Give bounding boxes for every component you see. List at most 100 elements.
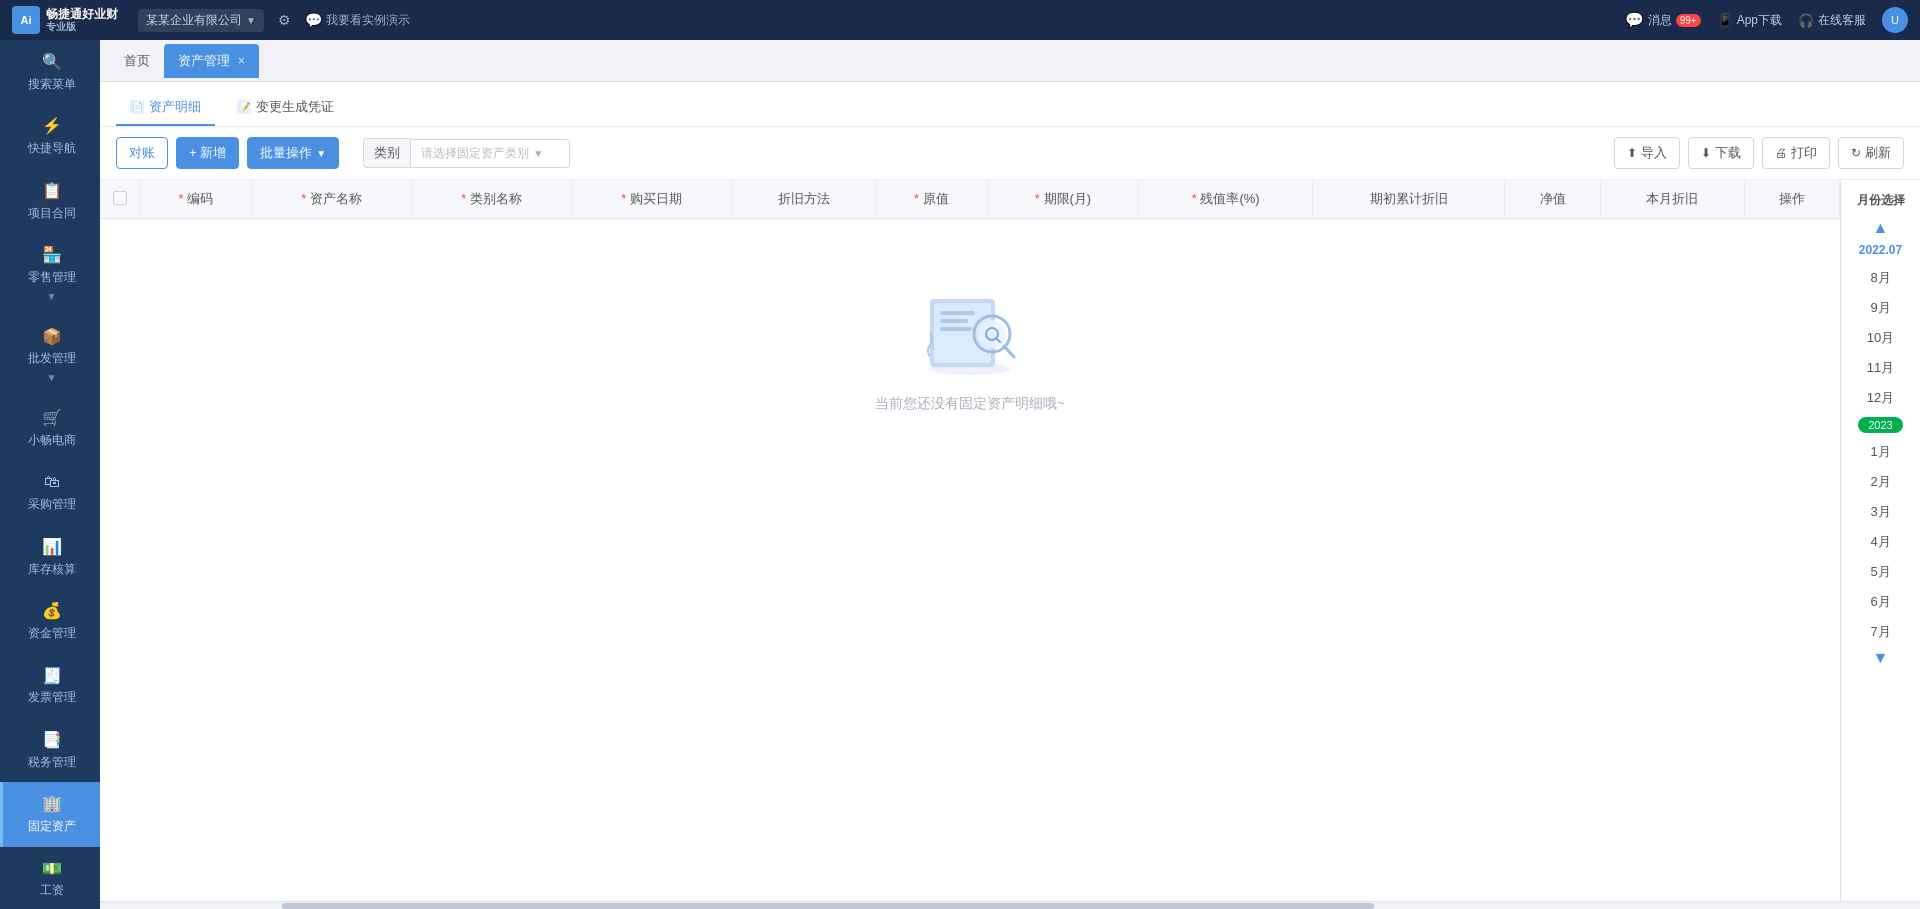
month-panel-title: 月份选择 — [1851, 188, 1911, 213]
tax-icon: 📑 — [42, 730, 62, 751]
batch-button[interactable]: 批量操作 ▼ — [247, 137, 339, 169]
toolbar: 对账 + 新增 批量操作 ▼ 类别 请选择固定资产类别 ▼ — [100, 127, 1920, 180]
month-item-jul[interactable]: 7月 — [1841, 617, 1920, 647]
sidebar-item-purchase-mgmt[interactable]: 🛍 采购管理 — [0, 460, 100, 524]
company-name: 某某企业有限公司 — [146, 12, 242, 29]
month-item-nov[interactable]: 11月 — [1841, 353, 1920, 383]
search-menu-icon: 🔍 — [42, 52, 62, 73]
sub-tab-change-voucher[interactable]: 📝 变更生成凭证 — [223, 92, 348, 126]
month-item-dec[interactable]: 12月 — [1841, 383, 1920, 413]
sidebar-item-batch-mgmt[interactable]: 📦 批发管理 ▼ — [0, 315, 100, 396]
col-depreciation-method: 折旧方法 — [732, 180, 876, 219]
print-button[interactable]: 🖨 打印 — [1762, 137, 1830, 169]
sidebar-item-ecommerce[interactable]: 🛒 小畅电商 — [0, 396, 100, 460]
svg-point-7 — [978, 320, 1006, 348]
month-item-jan[interactable]: 1月 — [1841, 437, 1920, 467]
category-filter[interactable]: 请选择固定资产类别 ▼ — [410, 139, 570, 168]
headset-icon: 🎧 — [1798, 13, 1814, 28]
match-button[interactable]: 对账 — [116, 137, 168, 169]
retail-icon: 🏪 — [42, 245, 62, 266]
month-item-mar[interactable]: 3月 — [1841, 497, 1920, 527]
month-item-oct[interactable]: 10月 — [1841, 323, 1920, 353]
horizontal-scrollbar[interactable] — [100, 901, 1920, 909]
month-item-feb[interactable]: 2月 — [1841, 467, 1920, 497]
settings-button[interactable]: ⚙ — [274, 8, 295, 32]
invoice-icon: 🧾 — [42, 666, 62, 687]
import-button[interactable]: ⬆ 导入 — [1614, 137, 1680, 169]
download-icon: ⬇ — [1701, 146, 1711, 160]
inventory-icon: 📊 — [42, 537, 62, 558]
sidebar-item-invoice-mgmt[interactable]: 🧾 发票管理 — [0, 654, 100, 718]
svg-line-8 — [1004, 346, 1014, 357]
col-operation: 操作 — [1744, 180, 1839, 219]
sidebar-item-search-menu[interactable]: 🔍 搜索菜单 — [0, 40, 100, 104]
svg-rect-3 — [940, 311, 975, 315]
month-item-jun[interactable]: 6月 — [1841, 587, 1920, 617]
download-button[interactable]: ⬇ 下载 — [1688, 137, 1754, 169]
sidebar-item-salary[interactable]: 💵 工资 — [0, 847, 100, 909]
svg-rect-4 — [940, 319, 968, 323]
scrollbar-thumb[interactable] — [282, 903, 1374, 909]
col-purchase-date: * 购买日期 — [572, 180, 732, 219]
col-original-value: * 原值 — [876, 180, 987, 219]
sidebar-item-retail-mgmt[interactable]: 🏪 零售管理 ▼ — [0, 233, 100, 314]
sub-tab-asset-detail-label: 资产明细 — [149, 98, 201, 116]
sidebar-item-label: 发票管理 — [28, 690, 76, 706]
app-title: 畅捷通好业财 — [46, 7, 118, 21]
col-checkbox — [100, 180, 140, 219]
online-service-button[interactable]: 🎧 在线客服 — [1798, 12, 1866, 29]
sidebar-item-quick-nav[interactable]: ⚡ 快捷导航 — [0, 104, 100, 168]
year-2023-badge[interactable]: 2023 — [1858, 417, 1902, 433]
sub-tab-asset-detail[interactable]: 📄 资产明细 — [116, 92, 215, 126]
asset-table: * 编码 * 资产名称 * 类别名称 * 购买日期 折旧方法 * 原值 * 期限… — [100, 180, 1840, 473]
month-panel: 月份选择 ▲ 2022.07 8月 9月 10月 11月 12月 2023 1月… — [1840, 180, 1920, 901]
tab-asset-mgmt[interactable]: 资产管理 × — [164, 44, 259, 78]
message-icon: 💬 — [1625, 11, 1644, 29]
col-period-months: * 期限(月) — [987, 180, 1139, 219]
sidebar-item-inventory[interactable]: 📊 库存核算 — [0, 525, 100, 589]
month-item-sep[interactable]: 9月 — [1841, 293, 1920, 323]
filter-dropdown-arrow: ▼ — [533, 148, 543, 159]
filter-label: 类别 — [363, 138, 410, 168]
sidebar-item-finance-mgmt[interactable]: 💰 资金管理 — [0, 589, 100, 653]
phone-icon: 📱 — [1717, 13, 1733, 28]
match-label: 对账 — [129, 144, 155, 162]
sidebar-item-label: 采购管理 — [28, 497, 76, 513]
demo-link[interactable]: 💬 我要看实例演示 — [305, 12, 410, 29]
app-brand: Ai 畅捷通好业财 专业版 — [12, 6, 118, 34]
project-icon: 📋 — [42, 181, 62, 202]
svg-rect-5 — [940, 327, 972, 331]
toolbar-left: 对账 + 新增 批量操作 ▼ — [116, 137, 339, 169]
batch-arrow: ▼ — [47, 371, 57, 384]
tab-home[interactable]: 首页 — [110, 44, 164, 78]
sidebar-item-fixed-assets[interactable]: 🏢 固定资产 — [0, 782, 100, 846]
month-item-aug[interactable]: 8月 — [1841, 263, 1920, 293]
user-avatar[interactable]: U — [1882, 7, 1908, 33]
sidebar-item-label: 资金管理 — [28, 626, 76, 642]
sidebar-item-tax-mgmt[interactable]: 📑 税务管理 — [0, 718, 100, 782]
add-button[interactable]: + 新增 — [176, 137, 239, 169]
demo-icon: 💬 — [305, 12, 322, 28]
top-bar: Ai 畅捷通好业财 专业版 某某企业有限公司 ▼ ⚙ 💬 我要看实例演示 💬 消… — [0, 0, 1920, 40]
refresh-button[interactable]: ↻ 刷新 — [1838, 137, 1904, 169]
company-selector[interactable]: 某某企业有限公司 ▼ — [138, 9, 264, 32]
sidebar-item-project-contract[interactable]: 📋 项目合同 — [0, 169, 100, 233]
app-logo: Ai — [12, 6, 40, 34]
month-item-may[interactable]: 5月 — [1841, 557, 1920, 587]
sidebar-item-label: 批发管理 — [28, 351, 76, 367]
sidebar-item-label: 快捷导航 — [28, 141, 76, 157]
asset-detail-icon: 📄 — [130, 100, 144, 114]
app-edition: 专业版 — [46, 21, 118, 33]
current-year-display[interactable]: 2022.07 — [1853, 239, 1908, 261]
month-down-button[interactable]: ▼ — [1871, 647, 1891, 669]
app-download-button[interactable]: 📱 App下载 — [1717, 12, 1782, 29]
col-category: * 类别名称 — [412, 180, 572, 219]
messages-button[interactable]: 💬 消息 99+ — [1625, 11, 1701, 29]
quick-nav-icon: ⚡ — [42, 116, 62, 137]
month-up-button[interactable]: ▲ — [1871, 217, 1891, 239]
tab-home-label: 首页 — [124, 52, 150, 70]
select-all-checkbox[interactable] — [113, 191, 127, 205]
tab-close-button[interactable]: × — [238, 54, 245, 68]
company-dropdown-arrow: ▼ — [246, 15, 256, 26]
month-item-apr[interactable]: 4月 — [1841, 527, 1920, 557]
